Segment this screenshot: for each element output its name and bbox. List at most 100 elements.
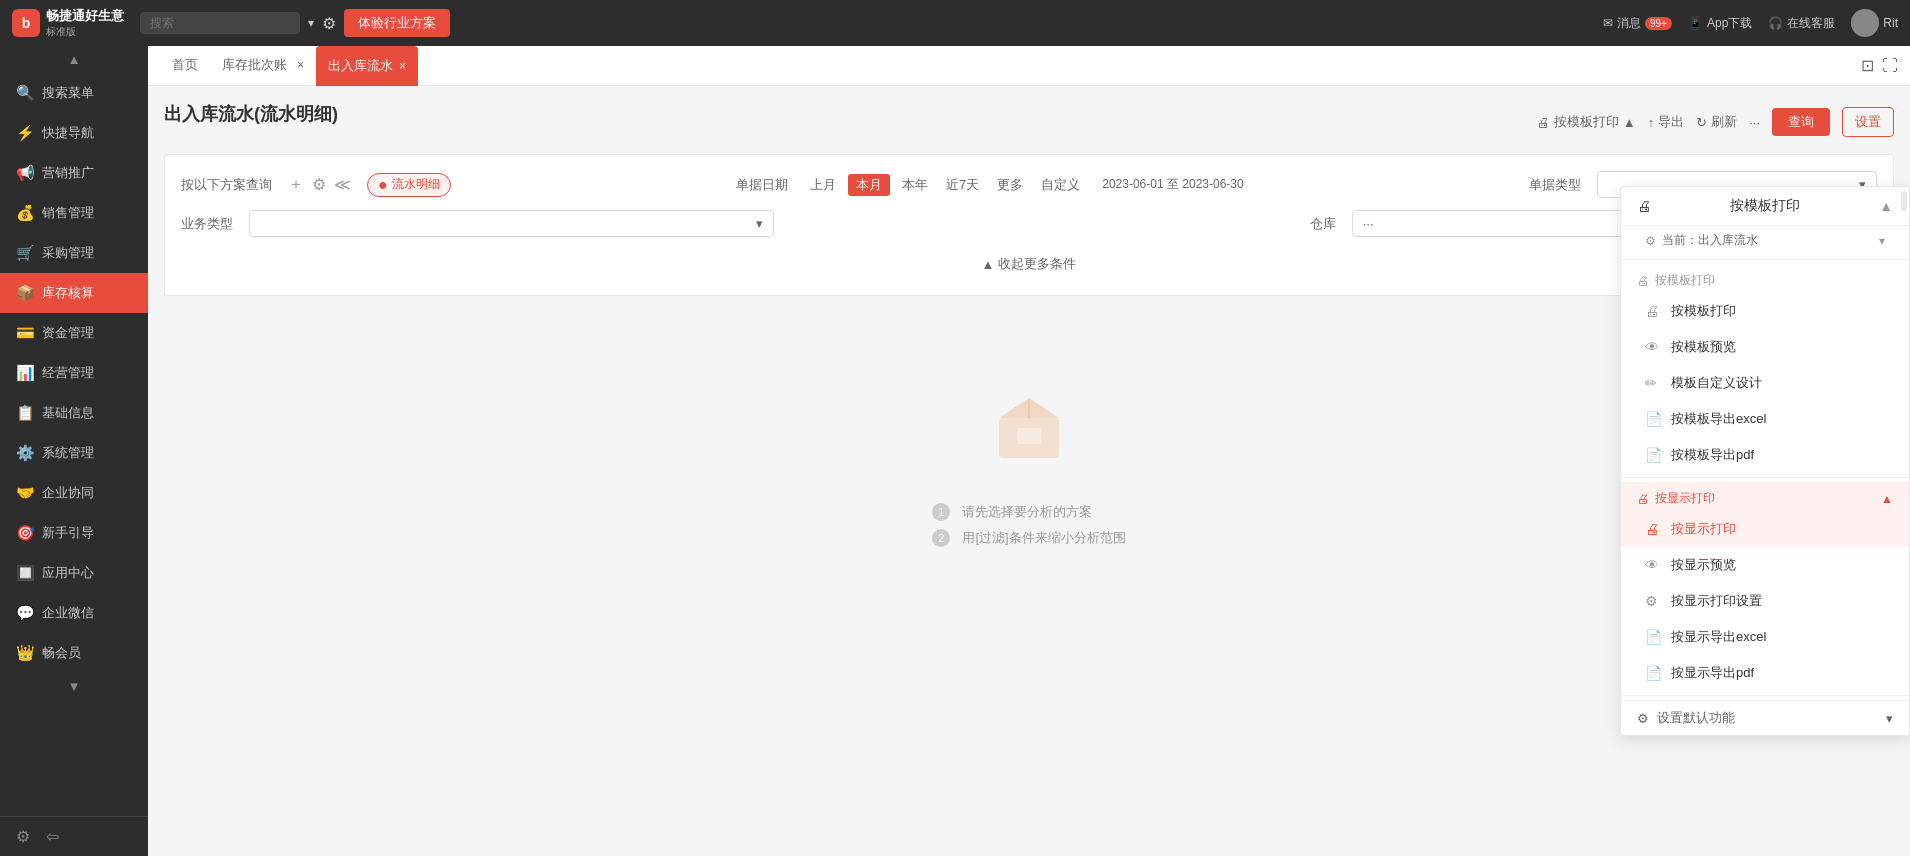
sidebar-item-label: 采购管理 bbox=[42, 244, 94, 262]
dropdown-display-export-excel[interactable]: 📄 按显示导出excel bbox=[1621, 619, 1909, 655]
header-search-input[interactable] bbox=[140, 12, 300, 34]
search-icon: 🔍 bbox=[16, 84, 34, 102]
dropdown-title: 按模板打印 bbox=[1730, 197, 1800, 215]
dropdown-display-print[interactable]: 🖨 按显示打印 bbox=[1621, 511, 1909, 547]
sidebar-bottom: ⚙ ⇦ bbox=[0, 816, 148, 856]
sidebar-item-finance[interactable]: 💳 资金管理 bbox=[0, 313, 148, 353]
export-btn[interactable]: ↑ 导出 bbox=[1648, 113, 1685, 131]
date-filter-label: 单据日期 bbox=[736, 176, 788, 194]
industry-btn[interactable]: 体验行业方案 bbox=[344, 9, 450, 37]
filter-tag[interactable]: ● 流水明细 bbox=[367, 173, 451, 197]
settings-bottom-icon[interactable]: ⚙ bbox=[16, 827, 30, 846]
dropdown-template-section: 🖨 按模板打印 bbox=[1621, 264, 1909, 293]
tab-home-label: 首页 bbox=[172, 56, 198, 74]
app-download-item[interactable]: 📱 App下载 bbox=[1688, 15, 1752, 32]
empty-illustration bbox=[979, 368, 1079, 468]
dropdown-chevron-up[interactable]: ▲ bbox=[1879, 198, 1893, 214]
message-item[interactable]: ✉ 消息 99+ bbox=[1603, 15, 1672, 32]
tab-inventory-flow-close[interactable]: × bbox=[399, 59, 406, 73]
online-service-item[interactable]: 🎧 在线客服 bbox=[1768, 15, 1835, 32]
sidebar-item-purchase[interactable]: 🛒 采购管理 bbox=[0, 233, 148, 273]
sidebar-item-operations[interactable]: 📊 经营管理 bbox=[0, 353, 148, 393]
sidebar-scroll-up[interactable]: ▲ bbox=[0, 46, 148, 73]
sidebar-item-search[interactable]: 🔍 搜索菜单 bbox=[0, 73, 148, 113]
sidebar-item-app-center[interactable]: 🔲 应用中心 bbox=[0, 553, 148, 593]
sidebar-item-guide[interactable]: 🎯 新手引导 bbox=[0, 513, 148, 553]
tab-bar: 首页 库存批次账 × 出入库流水 × ⊡ ⛶ bbox=[148, 46, 1910, 86]
dropdown-footer[interactable]: ⚙ 设置默认功能 ▾ bbox=[1621, 700, 1909, 735]
sidebar-item-label: 经营管理 bbox=[42, 364, 94, 382]
tab-bar-actions: ⊡ ⛶ bbox=[1861, 56, 1898, 75]
filter-actions: ＋ ⚙ ≪ bbox=[288, 174, 351, 195]
dropdown-template-print[interactable]: 🖨 按模板打印 bbox=[1621, 293, 1909, 329]
tab-batch-account[interactable]: 库存批次账 × bbox=[210, 46, 316, 86]
display-preview-icon: 👁 bbox=[1645, 557, 1661, 573]
display-print-settings-label: 按显示打印设置 bbox=[1671, 592, 1762, 610]
sidebar-item-system[interactable]: ⚙️ 系统管理 bbox=[0, 433, 148, 473]
sidebar-item-label: 资金管理 bbox=[42, 324, 94, 342]
system-icon: ⚙️ bbox=[16, 444, 34, 462]
dropdown-display-print-settings[interactable]: ⚙ 按显示打印设置 bbox=[1621, 583, 1909, 619]
date-btn-this-year[interactable]: 本年 bbox=[896, 174, 934, 196]
dropdown-template-export-pdf[interactable]: 📄 按模板导出pdf bbox=[1621, 437, 1909, 473]
add-filter-btn[interactable]: ＋ bbox=[288, 174, 304, 195]
basic-icon: 📋 bbox=[16, 404, 34, 422]
print-template-btn[interactable]: 🖨 按模板打印 ▲ bbox=[1537, 113, 1636, 131]
date-btn-7days[interactable]: 近7天 bbox=[940, 174, 985, 196]
query-btn[interactable]: 查询 bbox=[1772, 108, 1830, 136]
sidebar-item-basic[interactable]: 📋 基础信息 bbox=[0, 393, 148, 433]
user-item[interactable]: Rit bbox=[1851, 9, 1898, 37]
tab-batch-account-close[interactable]: × bbox=[297, 58, 304, 72]
dropdown-template-custom[interactable]: ✏ 模板自定义设计 bbox=[1621, 365, 1909, 401]
more-options-btn[interactable]: ··· bbox=[1749, 115, 1760, 130]
dropdown-display-export-pdf[interactable]: 📄 按显示导出pdf bbox=[1621, 655, 1909, 691]
template-pdf-icon: 📄 bbox=[1645, 447, 1661, 463]
settings-filter-btn[interactable]: ⚙ bbox=[312, 175, 326, 194]
sidebar-item-wechat[interactable]: 💬 企业微信 bbox=[0, 593, 148, 633]
dropdown-divider-3 bbox=[1621, 695, 1909, 696]
empty-hint-1: 1 请先选择要分析的方案 bbox=[932, 503, 1092, 521]
purchase-icon: 🛒 bbox=[16, 244, 34, 262]
date-btn-this-month[interactable]: 本月 bbox=[848, 174, 890, 196]
sidebar-item-label: 销售管理 bbox=[42, 204, 94, 222]
footer-chevron: ▾ bbox=[1886, 711, 1893, 726]
sidebar-scroll-down[interactable]: ▼ bbox=[0, 673, 148, 700]
tab-home[interactable]: 首页 bbox=[160, 46, 210, 86]
inventory-icon: 📦 bbox=[16, 284, 34, 302]
scroll-thumb-top bbox=[1901, 191, 1907, 211]
header-gear-icon[interactable]: ⚙ bbox=[322, 14, 336, 33]
sidebar-item-inventory[interactable]: 📦 库存核算 bbox=[0, 273, 148, 313]
collapse-filter-btn[interactable]: ≪ bbox=[334, 175, 351, 194]
header-search-dropdown[interactable]: ▾ bbox=[308, 16, 314, 30]
logo-area: b 畅捷通好生意 标准版 bbox=[12, 7, 132, 39]
page-content: 出入库流水(流水明细) 🖨 按模板打印 ▲ ↑ 导出 ↻ 刷新 bbox=[148, 86, 1910, 856]
sidebar-item-enterprise[interactable]: 🤝 企业协同 bbox=[0, 473, 148, 513]
date-btn-more[interactable]: 更多 bbox=[991, 174, 1029, 196]
app-version: 标准版 bbox=[46, 25, 124, 39]
date-btn-last-month[interactable]: 上月 bbox=[804, 174, 842, 196]
quick-nav-icon: ⚡ bbox=[16, 124, 34, 142]
sidebar-item-marketing[interactable]: 📢 营销推广 bbox=[0, 153, 148, 193]
settings-btn[interactable]: 设置 bbox=[1842, 107, 1894, 137]
sidebar-item-label: 应用中心 bbox=[42, 564, 94, 582]
sidebar-item-sales[interactable]: 💰 销售管理 bbox=[0, 193, 148, 233]
template-export-excel-label: 按模板导出excel bbox=[1671, 410, 1766, 428]
tab-maximize-btn[interactable]: ⛶ bbox=[1882, 56, 1898, 75]
empty-icon bbox=[979, 368, 1079, 487]
tab-restore-btn[interactable]: ⊡ bbox=[1861, 56, 1874, 75]
sidebar-item-quick-nav[interactable]: ⚡ 快捷导航 bbox=[0, 113, 148, 153]
dropdown-template-preview[interactable]: 👁 按模板预览 bbox=[1621, 329, 1909, 365]
dropdown-template-export-excel[interactable]: 📄 按模板导出excel bbox=[1621, 401, 1909, 437]
dropdown-display-preview[interactable]: 👁 按显示预览 bbox=[1621, 547, 1909, 583]
finance-icon: 💳 bbox=[16, 324, 34, 342]
biz-filter-select[interactable]: ▾ bbox=[249, 210, 774, 237]
collapse-sidebar-icon[interactable]: ⇦ bbox=[46, 827, 59, 846]
sidebar-item-vip[interactable]: 👑 畅会员 bbox=[0, 633, 148, 673]
hint2-num: 2 bbox=[932, 529, 950, 547]
date-btn-custom[interactable]: 自定义 bbox=[1035, 174, 1086, 196]
app-download-label: App下载 bbox=[1707, 15, 1752, 32]
tab-inventory-flow[interactable]: 出入库流水 × bbox=[316, 46, 418, 86]
refresh-btn[interactable]: ↻ 刷新 bbox=[1696, 113, 1737, 131]
refresh-icon: ↻ bbox=[1696, 115, 1707, 130]
warehouse-filter-value: ··· bbox=[1363, 216, 1374, 231]
